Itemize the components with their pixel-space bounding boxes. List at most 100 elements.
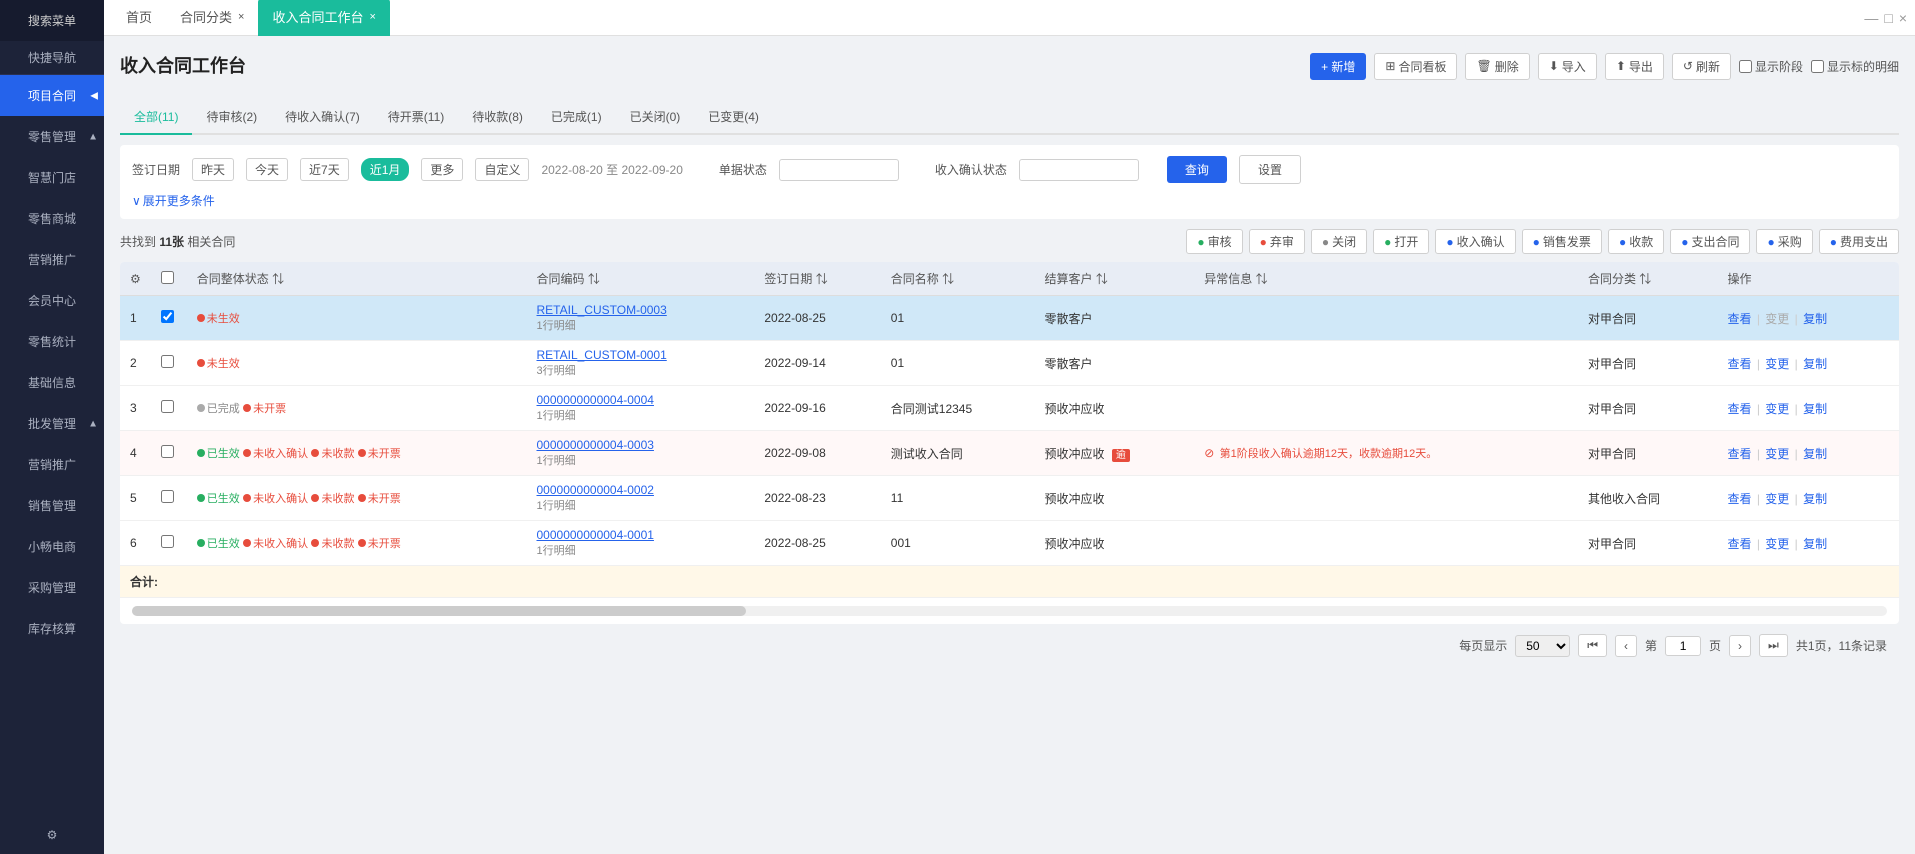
row-checkbox-cell[interactable] <box>151 431 187 476</box>
row-checkbox[interactable] <box>161 490 174 503</box>
fee-out-btn[interactable]: ● 费用支出 <box>1819 229 1899 254</box>
tab-income-workbench[interactable]: 收入合同工作台 × <box>258 0 389 36</box>
set-button[interactable]: 设置 <box>1239 155 1301 184</box>
view-btn[interactable]: 查看 <box>1727 402 1751 416</box>
sub-tab-completed[interactable]: 已完成(1) <box>537 100 616 135</box>
row-checkbox[interactable] <box>161 445 174 458</box>
expense-out-btn[interactable]: ● 支出合同 <box>1670 229 1750 254</box>
sales-invoice-btn[interactable]: ● 销售发票 <box>1522 229 1602 254</box>
sub-tab-pending-income[interactable]: 待收入确认(7) <box>271 100 374 135</box>
copy-btn[interactable]: 复制 <box>1803 492 1827 506</box>
sidebar-item-sales-mgmt[interactable]: 销售管理 <box>0 485 104 526</box>
sidebar-item-xiaochangec[interactable]: 小畅电商 <box>0 526 104 567</box>
sort-icon7[interactable]: ⇅ <box>1639 272 1651 286</box>
sub-tab-closed[interactable]: 已关闭(0) <box>616 100 695 135</box>
sub-tab-pending-review[interactable]: 待审核(2) <box>192 100 271 135</box>
select-all-checkbox[interactable] <box>161 271 174 284</box>
copy-btn[interactable]: 复制 <box>1803 357 1827 371</box>
close-btn[interactable]: ● 关闭 <box>1311 229 1367 254</box>
sub-tab-pending-invoice[interactable]: 待开票(11) <box>374 100 458 135</box>
sidebar-item-retail-shop[interactable]: 零售商城 <box>0 198 104 239</box>
view-btn[interactable]: 查看 <box>1727 357 1751 371</box>
filter-custom[interactable]: 自定义 <box>475 158 529 181</box>
show-detail-input[interactable] <box>1811 60 1824 73</box>
filter-yesterday[interactable]: 昨天 <box>192 158 234 181</box>
th-checkbox[interactable] <box>151 262 187 296</box>
query-button[interactable]: 查询 <box>1167 156 1227 183</box>
contract-code-link[interactable]: 0000000000004-0001 <box>537 528 654 542</box>
row-checkbox[interactable] <box>161 310 174 323</box>
sort-icon6[interactable]: ⇅ <box>1256 272 1268 286</box>
view-btn[interactable]: 查看 <box>1727 447 1751 461</box>
contract-code-link[interactable]: 0000000000004-0002 <box>537 483 654 497</box>
new-button[interactable]: + 新增 <box>1310 53 1366 80</box>
view-btn[interactable]: 查看 <box>1727 312 1751 326</box>
income-confirm-btn[interactable]: ● 收入确认 <box>1435 229 1515 254</box>
show-stage-checkbox[interactable]: 显示阶段 <box>1739 58 1803 75</box>
sort-icon2[interactable]: ⇅ <box>588 272 600 286</box>
sidebar-item-smart-store[interactable]: 智慧门店 <box>0 157 104 198</box>
contract-board-button[interactable]: ⊞ 合同看板 <box>1374 53 1457 80</box>
sidebar-nav[interactable]: 快捷导航 <box>0 41 104 75</box>
sidebar-search[interactable]: 搜索菜单 <box>0 0 104 41</box>
row-checkbox-cell[interactable] <box>151 386 187 431</box>
prev-page-btn[interactable]: ‹ <box>1615 635 1637 657</box>
copy-btn[interactable]: 复制 <box>1803 312 1827 326</box>
copy-btn[interactable]: 复制 <box>1803 537 1827 551</box>
filter-7days[interactable]: 近7天 <box>300 158 349 181</box>
change-btn[interactable]: 变更 <box>1765 402 1789 416</box>
show-stage-input[interactable] <box>1739 60 1752 73</box>
sidebar-item-purchase[interactable]: 采购管理 <box>0 567 104 608</box>
show-detail-checkbox[interactable]: 显示标的明细 <box>1811 58 1899 75</box>
copy-btn[interactable]: 复制 <box>1803 402 1827 416</box>
sort-icon4[interactable]: ⇅ <box>942 272 954 286</box>
contract-code-link[interactable]: 0000000000004-0004 <box>537 393 654 407</box>
sidebar-item-marketing2[interactable]: 营销推广 <box>0 444 104 485</box>
contract-code-link[interactable]: RETAIL_CUSTOM-0001 <box>537 348 667 362</box>
last-page-btn[interactable]: ⏭ <box>1759 634 1788 657</box>
sidebar-item-inventory[interactable]: 库存核算 <box>0 608 104 649</box>
sort-icon[interactable]: ⇅ <box>272 272 284 286</box>
open-btn[interactable]: ● 打开 <box>1373 229 1429 254</box>
change-btn[interactable]: 变更 <box>1765 357 1789 371</box>
sidebar-item-basic-info[interactable]: 基础信息 <box>0 362 104 403</box>
filter-1month[interactable]: 近1月 <box>361 158 410 181</box>
sidebar-item-project[interactable]: 项目合同 ◀ <box>0 75 104 116</box>
contract-code-link[interactable]: RETAIL_CUSTOM-0003 <box>537 303 667 317</box>
sidebar-item-retail-mgmt[interactable]: 零售管理 ▲ <box>0 116 104 157</box>
row-checkbox-cell[interactable] <box>151 521 187 566</box>
close-window-icon[interactable]: × <box>1899 10 1907 26</box>
row-checkbox-cell[interactable] <box>151 296 187 341</box>
sidebar-settings-btn[interactable]: ⚙ <box>0 816 104 854</box>
contract-code-link[interactable]: 0000000000004-0003 <box>537 438 654 452</box>
review-btn[interactable]: ● 审核 <box>1186 229 1242 254</box>
change-btn[interactable]: 变更 <box>1765 447 1789 461</box>
tab-income-workbench-close[interactable]: × <box>369 11 375 23</box>
delete-button[interactable]: 🗑 删除 <box>1465 53 1529 80</box>
sub-tab-all[interactable]: 全部(11) <box>120 100 192 135</box>
purchase-btn[interactable]: ● 采购 <box>1756 229 1812 254</box>
sidebar-item-marketing1[interactable]: 营销推广 <box>0 239 104 280</box>
row-checkbox[interactable] <box>161 535 174 548</box>
change-btn[interactable]: 变更 <box>1765 492 1789 506</box>
sort-icon3[interactable]: ⇅ <box>816 272 828 286</box>
refresh-button[interactable]: ↺ 刷新 <box>1672 53 1731 80</box>
view-btn[interactable]: 查看 <box>1727 537 1751 551</box>
next-page-btn[interactable]: › <box>1729 635 1751 657</box>
page-input[interactable] <box>1665 636 1701 656</box>
filter-more[interactable]: 更多 <box>421 158 463 181</box>
collection-btn[interactable]: ● 收款 <box>1608 229 1664 254</box>
sidebar-item-retail-stat[interactable]: 零售统计 <box>0 321 104 362</box>
first-page-btn[interactable]: ⏮ <box>1578 634 1607 657</box>
row-checkbox-cell[interactable] <box>151 476 187 521</box>
abandon-btn[interactable]: ● 弃审 <box>1249 229 1305 254</box>
export-button[interactable]: ⬆ 导出 <box>1605 53 1664 80</box>
tab-home[interactable]: 首页 <box>112 0 166 36</box>
sort-icon5[interactable]: ⇅ <box>1096 272 1108 286</box>
import-button[interactable]: ⬇ 导入 <box>1538 53 1597 80</box>
page-size-select[interactable]: 50 10 20 100 <box>1515 635 1570 657</box>
expand-more-btn[interactable]: ∨ 展开更多条件 <box>132 192 215 209</box>
maximize-icon[interactable]: □ <box>1884 10 1892 26</box>
sidebar-item-member[interactable]: 会员中心 <box>0 280 104 321</box>
view-btn[interactable]: 查看 <box>1727 492 1751 506</box>
